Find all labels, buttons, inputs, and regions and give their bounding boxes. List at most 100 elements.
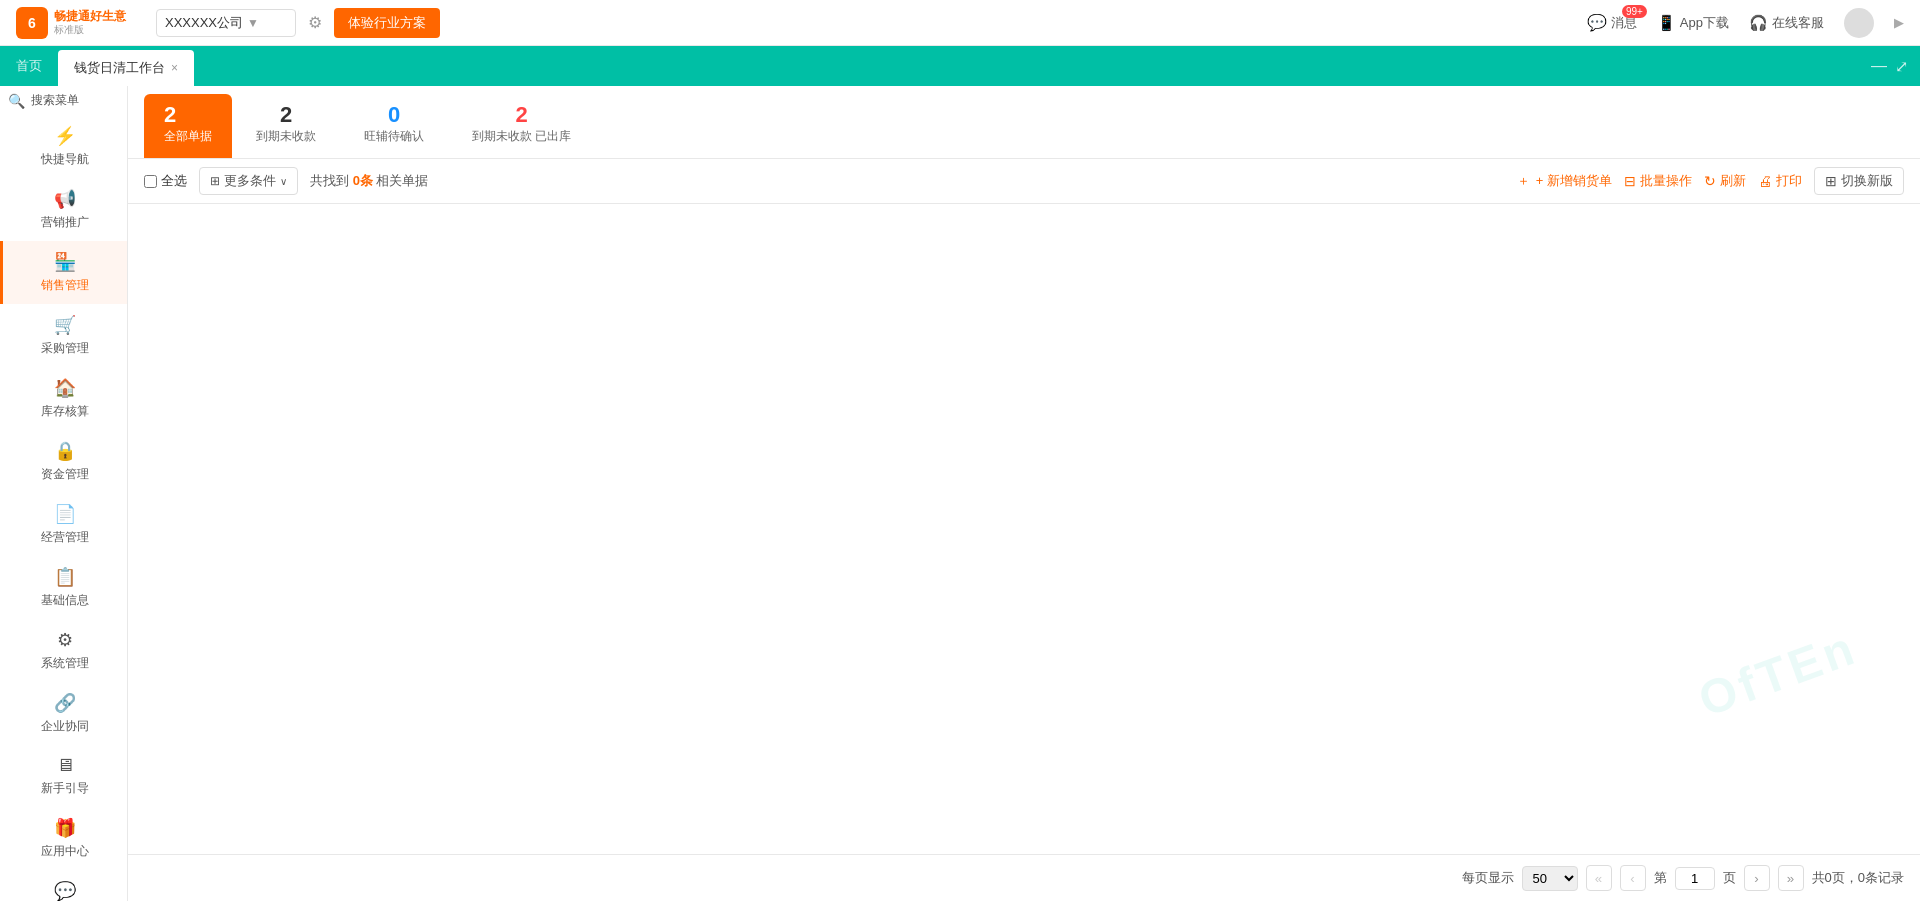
purchase-icon: 🛒 — [54, 314, 76, 336]
sidebar-item-wechat[interactable]: 💬 企业微信 — [0, 870, 127, 901]
select-all-checkbox[interactable]: 全选 — [144, 172, 187, 190]
content-area: 2 全部单据 2 到期未收款 0 旺辅待确认 2 到期未收款 已出库 全选 — [128, 86, 1920, 901]
app-subtitle: 标准版 — [54, 24, 126, 36]
switch-icon: ⊞ — [1825, 173, 1837, 189]
finance-label: 资金管理 — [41, 466, 89, 483]
sidebar-item-quick-nav[interactable]: ⚡ 快捷导航 — [0, 115, 127, 178]
username[interactable]: ▶ — [1894, 15, 1904, 30]
guide-label: 新手引导 — [41, 780, 89, 797]
home-tab-label: 首页 — [16, 57, 42, 75]
print-btn-label: 打印 — [1776, 172, 1802, 190]
sidebar-item-cooperation[interactable]: 🔗 企业协同 — [0, 682, 127, 745]
refresh-icon: ↻ — [1704, 173, 1716, 189]
tab-overdue-shipped[interactable]: 2 到期未收款 已出库 — [448, 94, 595, 158]
online-service-button[interactable]: 🎧 在线客服 — [1749, 14, 1824, 32]
sidebar-item-base-info[interactable]: 📋 基础信息 — [0, 556, 127, 619]
found-count: 0条 — [353, 173, 373, 188]
tab-wangfu-pending[interactable]: 0 旺辅待确认 — [340, 94, 448, 158]
page-suffix: 页 — [1723, 869, 1736, 887]
page-size-select[interactable]: 20 50 100 — [1522, 866, 1578, 891]
filter-label: 更多条件 — [224, 172, 276, 190]
print-button[interactable]: 🖨 打印 — [1758, 172, 1802, 190]
maximize-button[interactable]: ⤢ — [1895, 57, 1908, 76]
topbar-right: 💬 消息 99+ 📱 App下载 🎧 在线客服 ▶ — [1587, 8, 1904, 38]
base-info-label: 基础信息 — [41, 592, 89, 609]
company-selector[interactable]: XXXXXX公司 ▼ — [156, 9, 296, 37]
chevron-down-icon: ▼ — [247, 16, 259, 30]
tab-wangfu-label: 旺辅待确认 — [364, 128, 424, 145]
total-info: 共0页，0条记录 — [1812, 869, 1904, 887]
sidebar-item-inventory[interactable]: 🏠 库存核算 — [0, 367, 127, 430]
toolbar-right: ＋ + 新增销货单 ⊟ 批量操作 ↻ 刷新 🖨 打印 ⊞ 切换新版 — [1517, 167, 1904, 195]
app-center-icon: 🎁 — [54, 817, 76, 839]
system-icon: ⚙ — [57, 629, 73, 651]
tab-all[interactable]: 2 全部单据 — [144, 94, 232, 158]
sidebar-item-marketing[interactable]: 📢 营销推广 — [0, 178, 127, 241]
sidebar-item-app-center[interactable]: 🎁 应用中心 — [0, 807, 127, 870]
last-page-button[interactable]: » — [1778, 865, 1804, 891]
batch-icon: ⊟ — [1624, 173, 1636, 189]
settings-icon[interactable]: ⚙ — [308, 13, 322, 32]
sidebar-item-operations[interactable]: 📄 经营管理 — [0, 493, 127, 556]
filter-icon: ⊞ — [210, 174, 220, 188]
add-btn-label: + 新增销货单 — [1536, 172, 1612, 190]
sidebar-item-search[interactable]: 🔍 搜索菜单 — [0, 86, 127, 115]
batch-btn-label: 批量操作 — [1640, 172, 1692, 190]
add-icon: ＋ — [1517, 172, 1530, 190]
inventory-icon: 🏠 — [54, 377, 76, 399]
sidebar: 🔍 搜索菜单 ⚡ 快捷导航 📢 营销推广 🏪 销售管理 🛒 采购管理 🏠 库存核… — [0, 86, 128, 901]
app-download-label: App下载 — [1680, 14, 1729, 32]
message-icon: 💬 — [1587, 13, 1607, 32]
nav-tabs: 首页 钱货日清工作台 × — ⤢ — [0, 46, 1920, 86]
sidebar-item-sales[interactable]: 🏪 销售管理 — [0, 241, 127, 304]
data-area — [128, 204, 1920, 854]
switch-version-button[interactable]: ⊞ 切换新版 — [1814, 167, 1904, 195]
page-number-input[interactable] — [1675, 867, 1715, 890]
add-sales-order-button[interactable]: ＋ + 新增销货单 — [1517, 172, 1612, 190]
active-tab[interactable]: 钱货日清工作台 × — [58, 50, 194, 86]
select-all-input[interactable] — [144, 175, 157, 188]
app-title: 畅捷通好生意 — [54, 9, 126, 23]
cooperation-label: 企业协同 — [41, 718, 89, 735]
topbar: 6 畅捷通好生意 标准版 XXXXXX公司 ▼ ⚙ 体验行业方案 💬 消息 99… — [0, 0, 1920, 46]
app-center-label: 应用中心 — [41, 843, 89, 860]
search-icon: 🔍 — [8, 93, 25, 109]
logo-text: 畅捷通好生意 标准版 — [54, 9, 126, 35]
close-icon[interactable]: × — [171, 61, 178, 75]
first-page-button[interactable]: « — [1586, 865, 1612, 891]
tab-wangfu-count: 0 — [388, 102, 400, 128]
print-icon: 🖨 — [1758, 173, 1772, 189]
home-tab[interactable]: 首页 — [0, 46, 58, 86]
sidebar-item-system[interactable]: ⚙ 系统管理 — [0, 619, 127, 682]
minimize-button[interactable]: — — [1871, 57, 1887, 75]
sidebar-item-purchase[interactable]: 🛒 采购管理 — [0, 304, 127, 367]
sales-icon: 🏪 — [54, 251, 76, 273]
system-label: 系统管理 — [41, 655, 89, 672]
batch-operation-button[interactable]: ⊟ 批量操作 — [1624, 172, 1692, 190]
trial-button[interactable]: 体验行业方案 — [334, 8, 440, 38]
tab-overdue-uncollected[interactable]: 2 到期未收款 — [232, 94, 340, 158]
online-service-label: 在线客服 — [1772, 14, 1824, 32]
company-name: XXXXXX公司 — [165, 14, 243, 32]
logo-icon: 6 — [16, 7, 48, 39]
toolbar: 全选 ⊞ 更多条件 ∨ 共找到 0条 相关单据 ＋ + 新增销货单 ⊟ — [128, 159, 1920, 204]
pagination: 每页显示 20 50 100 « ‹ 第 页 › » 共0页，0条记录 — [128, 854, 1920, 901]
prev-page-button[interactable]: ‹ — [1620, 865, 1646, 891]
found-suffix: 相关单据 — [376, 173, 428, 188]
sales-label: 销售管理 — [41, 277, 89, 294]
tab-all-label: 全部单据 — [164, 128, 212, 145]
message-button[interactable]: 💬 消息 99+ — [1587, 13, 1637, 32]
sidebar-item-guide[interactable]: 🖥 新手引导 — [0, 745, 127, 807]
app-download-button[interactable]: 📱 App下载 — [1657, 14, 1729, 32]
purchase-label: 采购管理 — [41, 340, 89, 357]
more-filters-button[interactable]: ⊞ 更多条件 ∨ — [199, 167, 298, 195]
avatar[interactable] — [1844, 8, 1874, 38]
operations-label: 经营管理 — [41, 529, 89, 546]
next-page-button[interactable]: › — [1744, 865, 1770, 891]
refresh-button[interactable]: ↻ 刷新 — [1704, 172, 1746, 190]
app-download-icon: 📱 — [1657, 14, 1676, 32]
nav-actions: — ⤢ — [1871, 57, 1920, 76]
active-tab-label: 钱货日清工作台 — [74, 59, 165, 77]
sidebar-item-finance[interactable]: 🔒 资金管理 — [0, 430, 127, 493]
cooperation-icon: 🔗 — [54, 692, 76, 714]
